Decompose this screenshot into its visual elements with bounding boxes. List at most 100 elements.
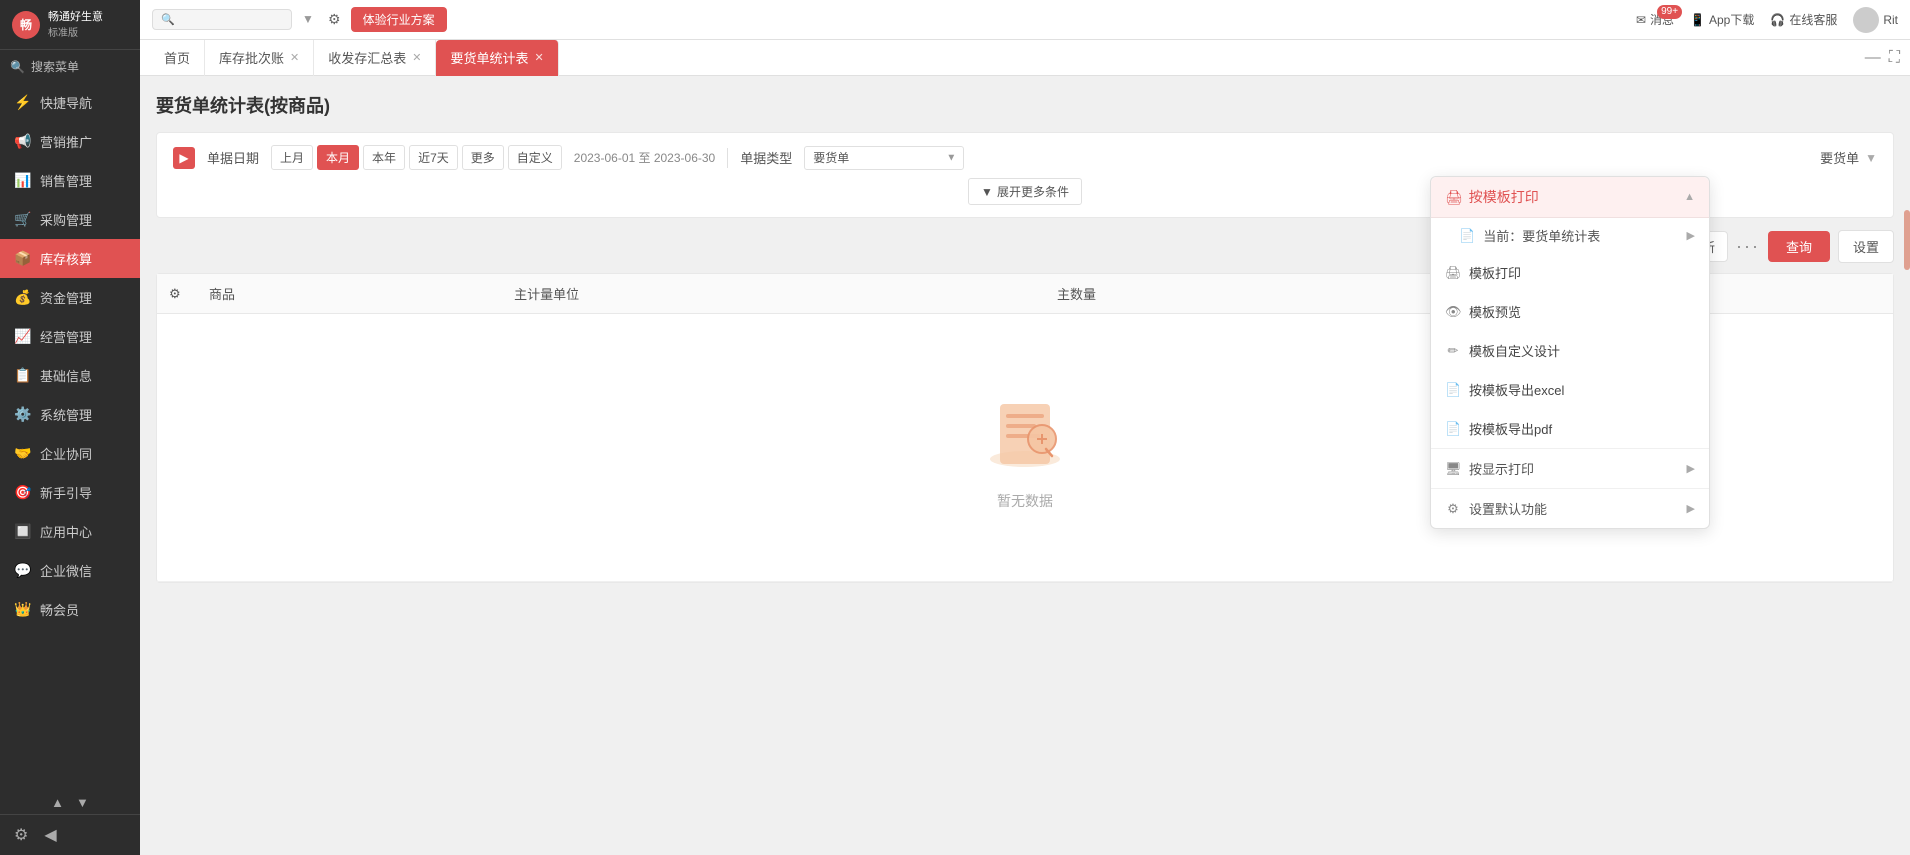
sidebar-item-operation[interactable]: 📈 经营管理 [0, 317, 140, 356]
more-options-btn[interactable]: ··· [1736, 236, 1760, 257]
tab-requisition-stats-close[interactable]: ✕ [535, 51, 544, 64]
dropdown-title: 按模板打印 [1469, 187, 1539, 207]
tab-maximize-icon[interactable]: ⛶ [1889, 49, 1900, 67]
date-prev-month-btn[interactable]: 上月 [271, 145, 313, 170]
expand-more-btn[interactable]: ▼ 展开更多条件 [968, 178, 1082, 205]
sidebar-item-finance[interactable]: 💰 资金管理 [0, 278, 140, 317]
template-design-icon: ✏ [1445, 343, 1461, 359]
type-select[interactable]: 要货单 [804, 146, 964, 170]
dropdown-item-label: 按显示打印 [1469, 459, 1534, 478]
col-gear: ⚙ [157, 274, 197, 314]
topbar: 🔍 ▼ ⚙ 体验行业方案 ✉ 消息 99+ 📱 App下载 🎧 在线客服 Rit [140, 0, 1910, 40]
sidebar-item-label: 畅会员 [40, 600, 79, 619]
sidebar-item-sales[interactable]: 📊 销售管理 [0, 161, 140, 200]
sidebar-item-inventory[interactable]: 📦 库存核算 [0, 239, 140, 278]
main-area: 🔍 ▼ ⚙ 体验行业方案 ✉ 消息 99+ 📱 App下载 🎧 在线客服 Rit [140, 0, 1910, 855]
sidebar-item-collab[interactable]: 🤝 企业协同 [0, 434, 140, 473]
sidebar-item-label: 采购管理 [40, 210, 92, 229]
date-last-7-days-btn[interactable]: 近7天 [409, 145, 458, 170]
topbar-gear-icon[interactable]: ⚙ [328, 11, 341, 28]
export-excel-icon: 📄 [1445, 382, 1461, 398]
app-download-btn[interactable]: 📱 App下载 [1690, 11, 1754, 28]
sidebar-item-app-center[interactable]: 🔲 应用中心 [0, 512, 140, 551]
tab-inventory-batch[interactable]: 库存批次账 ✕ [205, 40, 314, 76]
empty-text: 暂无数据 [997, 491, 1053, 511]
filter-row-1: ▶ 单据日期 上月 本月 本年 近7天 更多 自定义 2023-06-01 至 … [173, 145, 1877, 170]
column-settings-icon[interactable]: ⚙ [169, 286, 181, 301]
headset-icon: 🎧 [1770, 13, 1785, 27]
tab-requisition-stats-label: 要货单统计表 [450, 48, 528, 67]
sidebar-item-guide[interactable]: 🎯 新手引导 [0, 473, 140, 512]
trial-btn[interactable]: 体验行业方案 [351, 7, 447, 32]
scroll-down-btn[interactable]: ▼ [76, 795, 89, 810]
sidebar-search[interactable]: 🔍 搜索菜单 [0, 50, 140, 83]
setting-btn[interactable]: 设置 [1838, 230, 1894, 263]
scrollbar-track [1904, 200, 1910, 500]
yaohuo-dropdown-icon[interactable]: ▼ [1865, 151, 1877, 165]
dropdown-current-item[interactable]: 📄 当前：要货单统计表 ▶ [1431, 218, 1709, 253]
date-current-month-btn[interactable]: 本月 [317, 145, 359, 170]
sidebar-item-system[interactable]: ⚙️ 系统管理 [0, 395, 140, 434]
display-print-arrow-icon: ▶ [1687, 462, 1695, 475]
dropdown-current-label: 当前：要货单统计表 [1483, 226, 1600, 245]
dropdown-item-label: 模板打印 [1469, 263, 1521, 282]
date-buttons: 上月 本月 本年 近7天 更多 自定义 [271, 145, 562, 170]
topbar-search-box[interactable]: 🔍 [152, 9, 292, 30]
online-service-btn[interactable]: 🎧 在线客服 [1770, 11, 1837, 28]
tabbar: 首页 库存批次账 ✕ 收发存汇总表 ✕ 要货单统计表 ✕ — ⛶ [140, 40, 1910, 76]
topbar-search-icon: 🔍 [161, 13, 175, 26]
dropdown-item-export-excel[interactable]: 📄 按模板导出excel [1431, 370, 1709, 409]
date-custom-btn[interactable]: 自定义 [508, 145, 562, 170]
sidebar-item-purchase[interactable]: 🛒 采购管理 [0, 200, 140, 239]
basic-icon: 📋 [14, 367, 32, 384]
filter-divider [727, 148, 728, 168]
date-current-year-btn[interactable]: 本年 [363, 145, 405, 170]
dropdown-item-label: 按模板导出pdf [1469, 419, 1552, 438]
sidebar-item-member[interactable]: 👑 畅会员 [0, 590, 140, 629]
tab-minimize-icon[interactable]: — [1865, 49, 1881, 67]
dropdown-item-display-print[interactable]: 🖥 按显示打印 ▶ [1431, 448, 1709, 488]
date-label: 单据日期 [207, 148, 259, 167]
dropdown-item-export-pdf[interactable]: 📄 按模板导出pdf [1431, 409, 1709, 448]
message-btn[interactable]: ✉ 消息 99+ [1636, 11, 1674, 28]
col-qty: 主数量 [1045, 274, 1429, 314]
settings-icon[interactable]: ⚙ [14, 825, 28, 845]
page-title: 要货单统计表(按商品) [156, 92, 1894, 118]
topbar-dropdown-icon[interactable]: ▼ [302, 12, 318, 28]
sidebar-item-wechat[interactable]: 💬 企业微信 [0, 551, 140, 590]
dropdown-item-set-default[interactable]: ⚙ 设置默认功能 ▶ [1431, 488, 1709, 528]
tab-requisition-stats[interactable]: 要货单统计表 ✕ [436, 40, 558, 76]
sidebar-item-marketing[interactable]: 📢 营销推广 [0, 122, 140, 161]
sidebar-item-label: 新手引导 [40, 483, 92, 502]
sidebar-nav: ⚡ 快捷导航 📢 营销推广 📊 销售管理 🛒 采购管理 📦 库存核算 💰 资金管… [0, 83, 140, 791]
dropdown-item-template-design[interactable]: ✏ 模板自定义设计 [1431, 331, 1709, 370]
filter-expand-toggle[interactable]: ▶ [173, 147, 195, 169]
app-name: 畅通好生意 [48, 10, 103, 24]
search-icon: 🔍 [10, 60, 25, 74]
sidebar-item-label: 资金管理 [40, 288, 92, 307]
quick-nav-icon: ⚡ [14, 94, 32, 111]
collapse-icon[interactable]: ◀ [44, 825, 56, 845]
app-download-label: App下载 [1709, 11, 1754, 28]
purchase-icon: 🛒 [14, 211, 32, 228]
sidebar-item-basic[interactable]: 📋 基础信息 [0, 356, 140, 395]
sidebar-item-quick-nav[interactable]: ⚡ 快捷导航 [0, 83, 140, 122]
user-name: Rit [1883, 13, 1898, 27]
set-default-icon: ⚙ [1445, 501, 1461, 517]
dropdown-collapse-icon[interactable]: ▲ [1684, 191, 1695, 203]
tab-inventory-batch-close[interactable]: ✕ [290, 51, 299, 64]
tab-collection-summary-close[interactable]: ✕ [412, 51, 421, 64]
user-avatar[interactable]: Rit [1853, 7, 1898, 33]
template-print-icon: 🖨 [1445, 265, 1461, 281]
date-more-btn[interactable]: 更多 [462, 145, 504, 170]
sidebar: 畅 畅通好生意 标准版 🔍 搜索菜单 ⚡ 快捷导航 📢 营销推广 📊 销售管理 … [0, 0, 140, 855]
tab-collection-summary[interactable]: 收发存汇总表 ✕ [314, 40, 436, 76]
tab-home[interactable]: 首页 [150, 40, 205, 76]
sidebar-item-label: 基础信息 [40, 366, 92, 385]
scroll-up-btn[interactable]: ▲ [51, 795, 64, 810]
scrollbar-thumb[interactable] [1904, 210, 1910, 270]
dropdown-item-label: 设置默认功能 [1469, 499, 1547, 518]
dropdown-item-template-print[interactable]: 🖨 模板打印 [1431, 253, 1709, 292]
query-btn[interactable]: 查询 [1768, 231, 1830, 262]
dropdown-item-template-preview[interactable]: 👁 模板预览 [1431, 292, 1709, 331]
